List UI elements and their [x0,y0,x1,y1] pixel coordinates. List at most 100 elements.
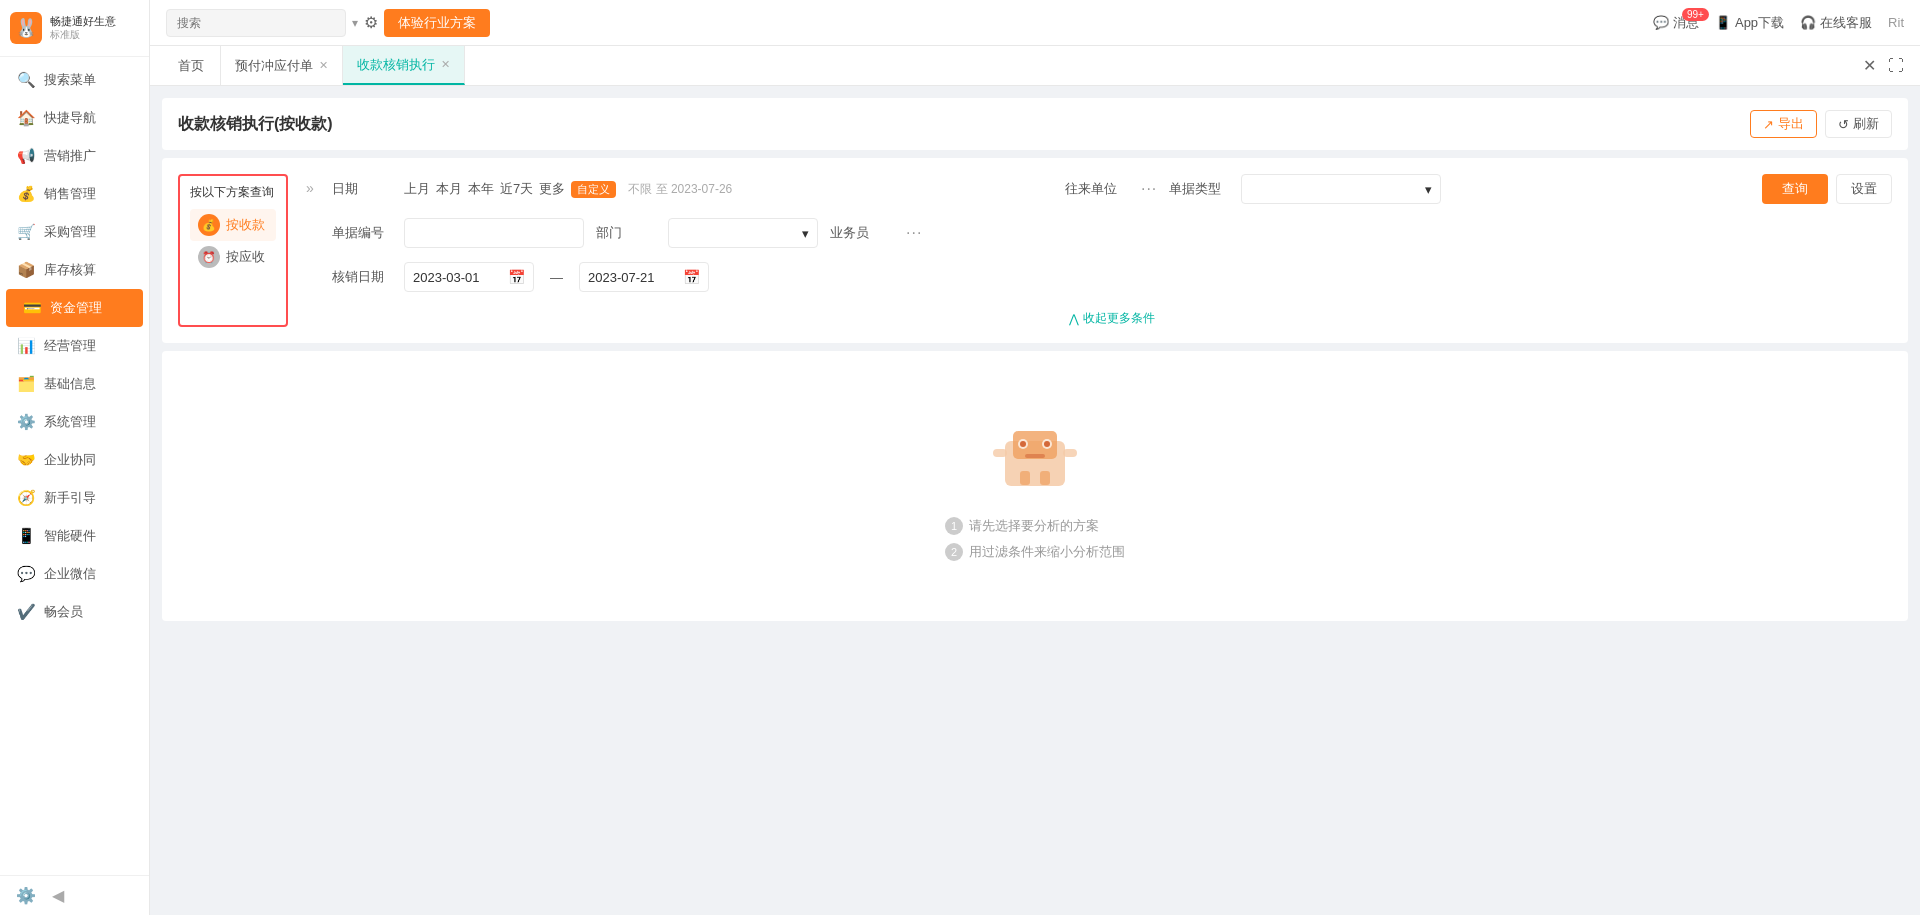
setting-button[interactable]: 设置 [1836,174,1892,204]
tab-receipt-offset-label: 收款核销执行 [357,56,435,74]
filter-action-btns: 查询 设置 [1762,174,1892,204]
export-label: 导出 [1778,115,1804,133]
date-this-year[interactable]: 本年 [468,180,494,198]
sidebar-item-system[interactable]: ⚙️ 系统管理 [0,403,149,441]
search-icon: 🔍 [16,71,36,89]
sidebar-item-purchase[interactable]: 🛒 采购管理 [0,213,149,251]
counterpart-label: 往来单位 [1065,180,1125,198]
sidebar-item-label: 新手引导 [44,489,96,507]
verify-date-start[interactable]: 2023-03-01 📅 [404,262,534,292]
page-title: 收款核销执行(按收款) [178,114,333,135]
tab-actions: ✕ ⛶ [1847,52,1920,79]
sidebar-item-business[interactable]: 📊 经营管理 [0,327,149,365]
date-last-month[interactable]: 上月 [404,180,430,198]
app-label: App下载 [1735,14,1784,32]
system-icon: ⚙️ [16,413,36,431]
dept-select[interactable]: ▾ [668,218,818,248]
chevron-down-icon: ▾ [802,226,809,241]
date-more[interactable]: 更多 [539,180,565,198]
sidebar-item-inventory[interactable]: 📦 库存核算 [0,251,149,289]
collapse-more-button[interactable]: ⋀ 收起更多条件 [1069,310,1155,327]
filter-collapse-btn[interactable]: » [300,174,320,327]
search-input[interactable] [166,9,346,37]
header-right: 💬 消息 99+ 📱 App下载 🎧 在线客服 Rit [1653,14,1904,32]
export-icon: ↗ [1763,117,1774,132]
sidebar-item-label: 搜索菜单 [44,71,96,89]
inventory-icon: 📦 [16,261,36,279]
refresh-button[interactable]: ↺ 刷新 [1825,110,1892,138]
sidebar: 🐰 畅捷通好生意 标准版 🔍 搜索菜单 🏠 快捷导航 📢 营销推广 💰 销售管理… [0,0,150,915]
sidebar-item-label: 企业协同 [44,451,96,469]
sidebar-item-enterprise[interactable]: 🤝 企业协同 [0,441,149,479]
gear-icon[interactable]: ⚙ [364,13,378,32]
empty-illustration [985,411,1085,501]
filter-row-1: 日期 上月 本月 本年 近7天 更多 自定义 不限 至 2023-07-26 往… [332,174,1892,204]
date-last-7-days[interactable]: 近7天 [500,180,533,198]
footer-collapse-icon[interactable]: ◀ [52,886,64,905]
refresh-icon: ↺ [1838,117,1849,132]
query-button[interactable]: 查询 [1762,174,1828,204]
chevron-down-icon[interactable]: ▾ [352,16,358,30]
filter-row-2: 单据编号 部门 ▾ 业务员 ··· [332,218,1892,248]
sidebar-item-guide[interactable]: 🧭 新手引导 [0,479,149,517]
date-this-month[interactable]: 本月 [436,180,462,198]
filter-option-by-receipt[interactable]: 💰 按收款 [190,209,276,241]
footer-settings-icon[interactable]: ⚙️ [16,886,36,905]
svg-rect-9 [1020,471,1030,485]
page-body: 收款核销执行(按收款) ↗ 导出 ↺ 刷新 按以下方案查询 💰 按收款 [150,86,1920,915]
sidebar-item-member[interactable]: ✔️ 畅会员 [0,593,149,631]
tab-close-btn[interactable]: ✕ [1859,52,1880,79]
tab-prepay-close[interactable]: ✕ [319,60,328,71]
counterpart-dots: ··· [1141,180,1157,198]
basic-icon: 🗂️ [16,375,36,393]
collapse-more-row: ⋀ 收起更多条件 [332,306,1892,327]
doc-type-select[interactable]: ▾ [1241,174,1441,204]
date-custom-badge[interactable]: 自定义 [571,181,616,198]
svg-rect-10 [1040,471,1050,485]
sidebar-item-search[interactable]: 🔍 搜索菜单 [0,61,149,99]
sidebar-item-marketing[interactable]: 📢 营销推广 [0,137,149,175]
app-download-btn[interactable]: 📱 App下载 [1715,14,1784,32]
page-title-actions: ↗ 导出 ↺ 刷新 [1750,110,1892,138]
sidebar-item-funds[interactable]: 💳 资金管理 [6,289,143,327]
filter-panel: 按以下方案查询 💰 按收款 ⏰ 按应收 » 日期 上月 [162,158,1908,343]
main-content: ▾ ⚙ 体验行业方案 💬 消息 99+ 📱 App下载 🎧 在线客服 Rit 首… [150,0,1920,915]
filter-option-by-receivable[interactable]: ⏰ 按应收 [190,241,276,273]
service-icon: 🎧 [1800,15,1816,30]
message-btn[interactable]: 💬 消息 99+ [1653,14,1699,32]
tab-expand-btn[interactable]: ⛶ [1884,53,1908,79]
filter-option-by-receivable-label: 按应收 [226,248,265,266]
logo-icon: 🐰 [10,12,42,44]
filter-option-by-receipt-label: 按收款 [226,216,265,234]
page-title-bar: 收款核销执行(按收款) ↗ 导出 ↺ 刷新 [162,98,1908,150]
svg-rect-7 [993,449,1007,457]
sidebar-item-basic[interactable]: 🗂️ 基础信息 [0,365,149,403]
online-service-btn[interactable]: 🎧 在线客服 [1800,14,1872,32]
sidebar-item-wechat[interactable]: 💬 企业微信 [0,555,149,593]
tab-prepay[interactable]: 预付冲应付单 ✕ [221,46,343,85]
sidebar-item-shortcut[interactable]: 🏠 快捷导航 [0,99,149,137]
header-search: ▾ ⚙ 体验行业方案 [166,9,1641,37]
hint-text-2: 用过滤条件来缩小分析范围 [969,543,1125,561]
verify-date-end[interactable]: 2023-07-21 📅 [579,262,709,292]
sidebar-item-label: 库存核算 [44,261,96,279]
industry-btn[interactable]: 体验行业方案 [384,9,490,37]
sidebar-item-hardware[interactable]: 📱 智能硬件 [0,517,149,555]
tab-receipt-offset[interactable]: 收款核销执行 ✕ [343,46,465,85]
sidebar-item-label: 企业微信 [44,565,96,583]
filter-row-3: 核销日期 2023-03-01 📅 — 2023-07-21 📅 [332,262,1892,292]
hint-num-2: 2 [945,543,963,561]
calendar-end-icon[interactable]: 📅 [683,269,700,285]
doc-no-input[interactable] [404,218,584,248]
tab-receipt-offset-close[interactable]: ✕ [441,59,450,70]
calendar-start-icon[interactable]: 📅 [508,269,525,285]
export-button[interactable]: ↗ 导出 [1750,110,1817,138]
tab-home[interactable]: 首页 [162,46,221,85]
home-icon: 🏠 [16,109,36,127]
wechat-icon: 💬 [16,565,36,583]
sidebar-item-sales[interactable]: 💰 销售管理 [0,175,149,213]
tab-home-label: 首页 [178,57,204,75]
receipt-option-icon: 💰 [198,214,220,236]
hint-num-1: 1 [945,517,963,535]
empty-hint-list: 1 请先选择要分析的方案 2 用过滤条件来缩小分析范围 [945,517,1125,561]
